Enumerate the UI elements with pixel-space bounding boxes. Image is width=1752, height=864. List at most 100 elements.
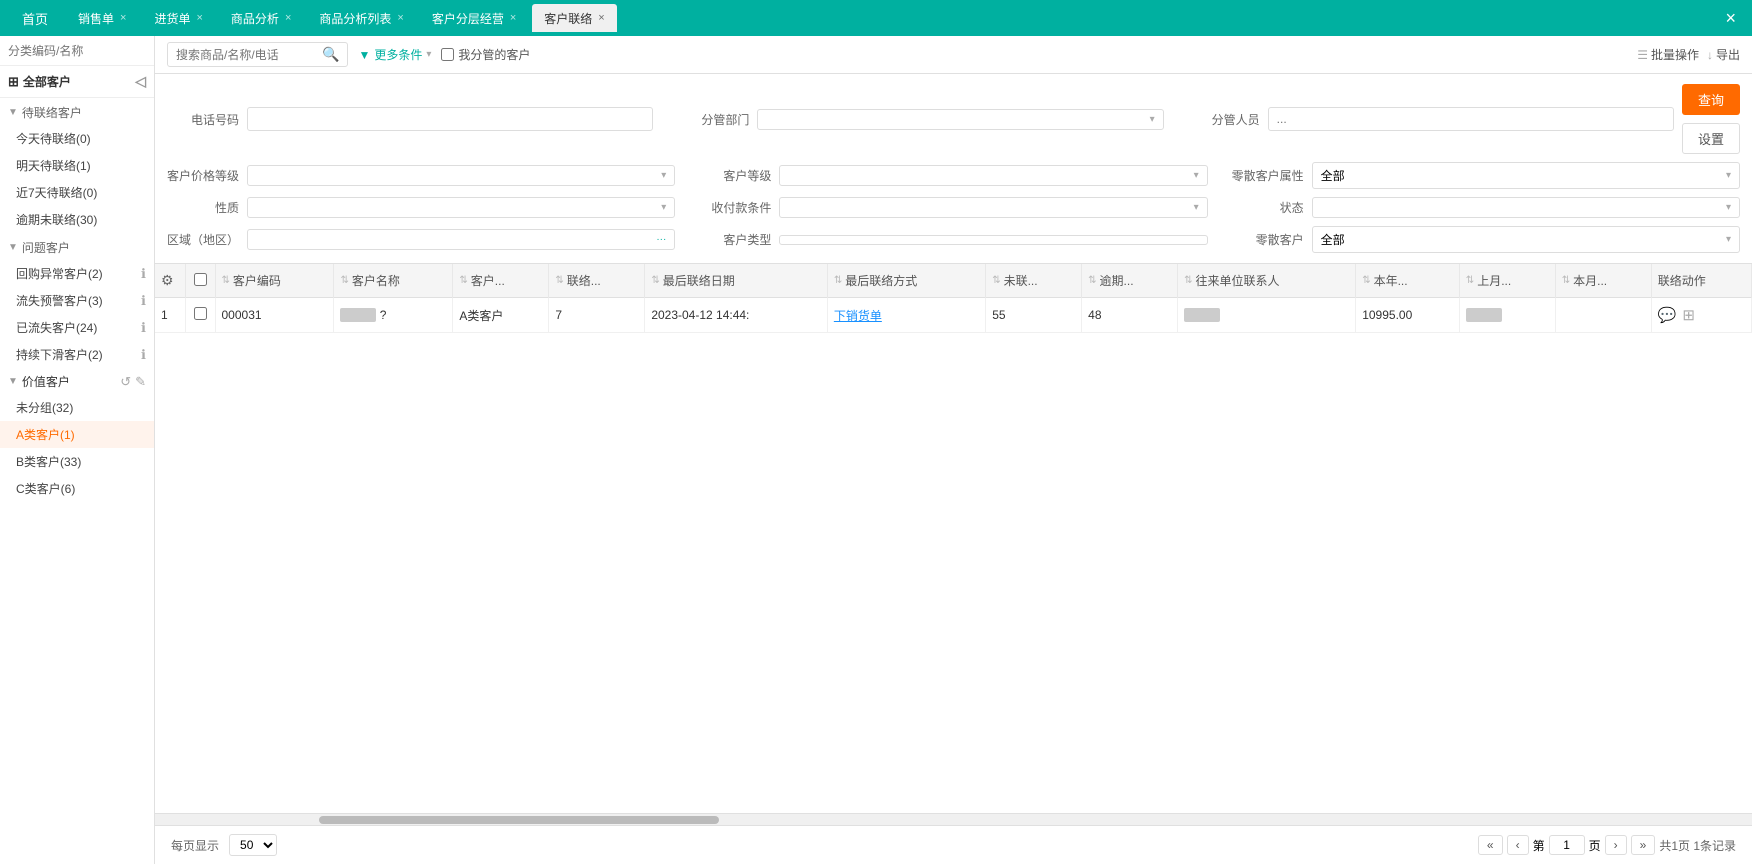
select-all-checkbox[interactable] [194, 273, 207, 286]
batch-op-button[interactable]: ☰ 批量操作 [1637, 46, 1699, 63]
table-row: 1 000031 ? A类客户 7 2023-04-12 14:44: [155, 298, 1752, 333]
sidebar-item-overdue[interactable]: 逾期未联络(30) [0, 206, 154, 233]
td-checkbox[interactable] [185, 298, 215, 333]
value-arrow-icon[interactable]: ▼ [8, 376, 18, 387]
settings-gear-icon[interactable]: ⚙ [161, 272, 174, 288]
nav-tab-customer-segment[interactable]: 客户分层经营 × [420, 4, 528, 32]
nav-tab-analysis-list[interactable]: 商品分析列表 × [307, 4, 415, 32]
th-actions: 联络动作 [1651, 264, 1751, 298]
name-redacted [340, 308, 376, 322]
filter-status-select[interactable]: ▾ [1312, 197, 1740, 218]
page-number-input[interactable] [1549, 835, 1585, 855]
nav-tab-analysis-close[interactable]: × [285, 12, 291, 24]
filter-search-icon[interactable]: 🔍 [322, 46, 339, 63]
nav-tab-analysis-list-close[interactable]: × [397, 12, 403, 24]
nav-tab-analysis[interactable]: 商品分析 × [219, 4, 303, 32]
sidebar-item-tomorrow[interactable]: 明天待联络(1) [0, 152, 154, 179]
filter-retail-attr-select[interactable]: 全部 ▾ [1312, 162, 1740, 189]
filter-payment-select[interactable]: ▾ [779, 197, 1207, 218]
filter-status-caret: ▾ [1726, 202, 1731, 213]
chat-icon[interactable]: 💬 [1658, 306, 1677, 324]
last-page-button[interactable]: » [1631, 835, 1656, 855]
nav-tab-sales[interactable]: 销售单 × [66, 4, 138, 32]
pending-arrow-icon[interactable]: ▼ [8, 107, 18, 118]
row-checkbox[interactable] [194, 307, 207, 320]
sidebar-item-7days[interactable]: 近7天待联络(0) [0, 179, 154, 206]
filter-payment: 收付款条件 ▾ [699, 197, 1207, 218]
nav-tab-purchase-close[interactable]: × [196, 12, 202, 24]
filter-retail-caret: ▾ [1726, 234, 1731, 245]
filter-customer-type-select[interactable] [779, 235, 1207, 245]
edit-icon[interactable]: ✎ [135, 374, 146, 390]
filter-nature-caret: ▾ [661, 202, 666, 213]
th-this-year: ⇅ 本年... [1356, 264, 1460, 298]
sidebar-item-ungrouped[interactable]: 未分组(32) [0, 394, 154, 421]
nav-home[interactable]: 首页 [8, 4, 62, 32]
my-customers-checkbox[interactable] [441, 48, 454, 61]
filter-phone-input[interactable] [247, 107, 653, 131]
batch-op-icon: ☰ [1637, 48, 1648, 62]
sidebar-search-input[interactable] [8, 44, 155, 58]
qr-icon[interactable]: ⊞ [1682, 306, 1695, 324]
th-contact-count: ⇅ 联络... [549, 264, 645, 298]
filter-person-input[interactable] [1268, 107, 1674, 131]
filter-dept-select[interactable]: ▾ [757, 109, 1163, 130]
filter-search-input[interactable] [176, 48, 316, 62]
th-settings[interactable]: ⚙ [155, 264, 185, 298]
td-this-year: 10995.00 [1356, 298, 1460, 333]
nav-tab-customer-contact-close[interactable]: × [598, 12, 604, 24]
sidebar-item-declining[interactable]: 持续下滑客户(2) ℹ [0, 341, 154, 368]
filter-region-select[interactable]: ··· [247, 229, 675, 250]
page-size-select[interactable]: 50 [229, 834, 277, 856]
nav-tab-sales-label: 销售单 [78, 10, 114, 27]
filter-customer-level-label: 客户等级 [699, 167, 779, 184]
sidebar-item-class-a[interactable]: A类客户(1) [0, 421, 154, 448]
td-this-month [1555, 298, 1651, 333]
filter-more-button[interactable]: ▼ 更多条件 ▾ [358, 46, 431, 63]
th-no-contact: ⇅ 未联... [986, 264, 1082, 298]
next-page-button[interactable]: › [1605, 835, 1627, 855]
close-all-button[interactable]: × [1717, 8, 1744, 29]
sidebar-item-today[interactable]: 今天待联络(0) [0, 125, 154, 152]
refresh-icon[interactable]: ↺ [120, 374, 131, 390]
export-button[interactable]: ↓ 导出 [1707, 46, 1740, 63]
sidebar-item-class-b[interactable]: B类客户(33) [0, 448, 154, 475]
page-label-pre: 第 [1533, 837, 1545, 854]
sidebar-collapse-icon[interactable]: ◁ [135, 73, 146, 90]
sort-icon-code: ⇅ [222, 275, 230, 286]
th-checkbox[interactable] [185, 264, 215, 298]
td-last-date: 2023-04-12 14:44: [645, 298, 828, 333]
first-page-button[interactable]: « [1478, 835, 1503, 855]
td-customer-type: A类客户 [453, 298, 549, 333]
filter-region-label: 区域（地区） [167, 231, 247, 248]
filter-customer-level-select[interactable]: ▾ [779, 165, 1207, 186]
settings-button[interactable]: 设置 [1682, 123, 1740, 154]
nav-tab-customer-segment-close[interactable]: × [510, 12, 516, 24]
nav-tab-customer-contact[interactable]: 客户联络 × [532, 4, 616, 32]
last-month-redacted [1466, 308, 1502, 322]
problem-arrow-icon[interactable]: ▼ [8, 242, 18, 253]
query-button[interactable]: 查询 [1682, 84, 1740, 115]
page-total-label: 共1页 1条记录 [1659, 837, 1736, 854]
last-method-link[interactable]: 下销货单 [834, 309, 882, 323]
top-nav: 首页 销售单 × 进货单 × 商品分析 × 商品分析列表 × 客户分层经营 × … [0, 0, 1752, 36]
filter-price-level-select[interactable]: ▾ [247, 165, 675, 186]
filter-retail-select[interactable]: 全部 ▾ [1312, 226, 1740, 253]
horizontal-scrollbar[interactable] [155, 813, 1752, 825]
scroll-thumb[interactable] [319, 816, 719, 824]
nav-tab-purchase[interactable]: 进货单 × [142, 4, 214, 32]
my-customers-checkbox-label[interactable]: 我分管的客户 [441, 46, 530, 63]
sort-icon-this-month: ⇅ [1562, 275, 1570, 286]
filter-nature-select[interactable]: ▾ [247, 197, 675, 218]
sidebar-item-churn-warning[interactable]: 流失预警客户(3) ℹ [0, 287, 154, 314]
action-icons: 💬 ⊞ [1658, 306, 1745, 324]
prev-page-button[interactable]: ‹ [1507, 835, 1529, 855]
sidebar-item-abnormal[interactable]: 回购异常客户(2) ℹ [0, 260, 154, 287]
related-redacted [1184, 308, 1220, 322]
th-last-method-label: 最后联络方式 [845, 272, 917, 289]
sidebar-item-churned[interactable]: 已流失客户(24) ℹ [0, 314, 154, 341]
td-last-month [1459, 298, 1555, 333]
sidebar-item-class-c[interactable]: C类客户(6) [0, 475, 154, 502]
nav-tab-sales-close[interactable]: × [120, 12, 126, 24]
sidebar-all-customers[interactable]: ⊞ 全部客户 ◁ [0, 66, 154, 98]
